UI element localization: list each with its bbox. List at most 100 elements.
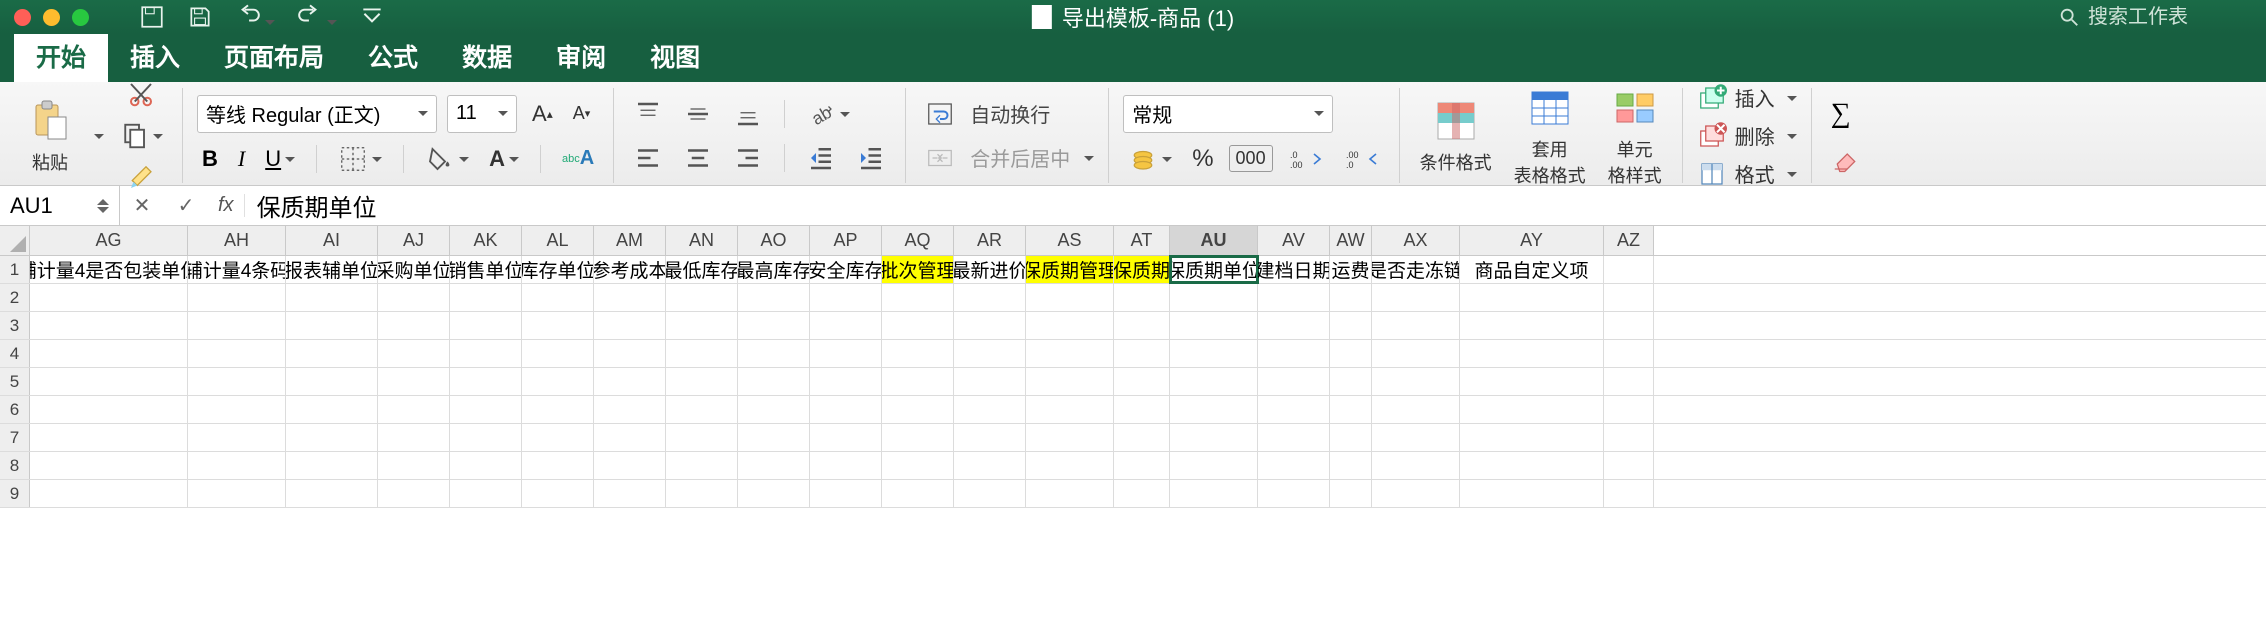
cell[interactable] bbox=[286, 312, 378, 339]
cell[interactable]: 安全库存 bbox=[810, 256, 882, 283]
cell[interactable] bbox=[810, 340, 882, 367]
cell[interactable] bbox=[378, 312, 450, 339]
cell[interactable] bbox=[1604, 424, 1654, 451]
cell[interactable] bbox=[810, 480, 882, 507]
merge-center-button[interactable] bbox=[920, 140, 960, 176]
align-center-button[interactable] bbox=[678, 140, 718, 176]
cell[interactable] bbox=[378, 284, 450, 311]
column-header-AT[interactable]: AT bbox=[1114, 226, 1170, 255]
cell[interactable] bbox=[666, 480, 738, 507]
cell[interactable] bbox=[30, 312, 188, 339]
align-top-button[interactable] bbox=[628, 96, 668, 132]
cell[interactable] bbox=[450, 312, 522, 339]
column-header-AZ[interactable]: AZ bbox=[1604, 226, 1654, 255]
row-header-6[interactable]: 6 bbox=[0, 396, 30, 423]
clear-button[interactable] bbox=[1826, 141, 1866, 177]
cell[interactable] bbox=[1604, 340, 1654, 367]
cell[interactable] bbox=[188, 284, 286, 311]
cell[interactable] bbox=[666, 452, 738, 479]
cell[interactable] bbox=[30, 396, 188, 423]
cell[interactable]: 保质期管理 bbox=[1026, 256, 1114, 283]
cell[interactable] bbox=[522, 340, 594, 367]
name-box-up[interactable] bbox=[97, 193, 109, 205]
conditional-formatting-button[interactable]: 条件格式 bbox=[1414, 95, 1498, 177]
column-header-AK[interactable]: AK bbox=[450, 226, 522, 255]
cell[interactable] bbox=[1460, 284, 1604, 311]
cell[interactable] bbox=[1026, 396, 1114, 423]
cell[interactable] bbox=[1258, 424, 1330, 451]
row-header-1[interactable]: 1 bbox=[0, 256, 30, 283]
redo-button[interactable] bbox=[297, 1, 337, 33]
cell[interactable] bbox=[1460, 340, 1604, 367]
name-box-down[interactable] bbox=[97, 207, 109, 219]
decrease-font-button[interactable]: A▾ bbox=[568, 100, 596, 127]
decrease-decimal-button[interactable]: .00.0 bbox=[1339, 145, 1385, 173]
tab-review[interactable]: 审阅 bbox=[534, 28, 628, 82]
cell[interactable] bbox=[286, 340, 378, 367]
merge-dropdown[interactable] bbox=[1080, 147, 1094, 169]
cell[interactable] bbox=[450, 480, 522, 507]
cell[interactable] bbox=[522, 424, 594, 451]
cell[interactable] bbox=[1604, 312, 1654, 339]
cell[interactable] bbox=[450, 424, 522, 451]
row-header-5[interactable]: 5 bbox=[0, 368, 30, 395]
cell[interactable] bbox=[1114, 396, 1170, 423]
cell[interactable] bbox=[810, 312, 882, 339]
cell[interactable] bbox=[188, 312, 286, 339]
cell[interactable]: 运费 bbox=[1330, 256, 1372, 283]
autosum-button[interactable]: ∑ bbox=[1826, 95, 1856, 133]
cell[interactable] bbox=[1372, 312, 1460, 339]
column-header-AY[interactable]: AY bbox=[1460, 226, 1604, 255]
italic-button[interactable]: I bbox=[233, 143, 250, 175]
cell[interactable] bbox=[882, 284, 954, 311]
comma-button[interactable]: 000 bbox=[1229, 145, 1273, 172]
cell[interactable] bbox=[30, 368, 188, 395]
align-left-button[interactable] bbox=[628, 140, 668, 176]
decrease-indent-button[interactable] bbox=[801, 140, 841, 176]
tab-insert[interactable]: 插入 bbox=[108, 28, 202, 82]
cell[interactable] bbox=[522, 396, 594, 423]
cell[interactable] bbox=[378, 480, 450, 507]
underline-button[interactable]: U bbox=[260, 143, 300, 175]
row-header-9[interactable]: 9 bbox=[0, 480, 30, 507]
tab-home[interactable]: 开始 bbox=[14, 28, 108, 82]
cell[interactable] bbox=[1258, 312, 1330, 339]
cell[interactable] bbox=[378, 452, 450, 479]
cell[interactable] bbox=[188, 368, 286, 395]
cell[interactable] bbox=[522, 368, 594, 395]
paste-dropdown[interactable] bbox=[90, 125, 104, 147]
cell[interactable] bbox=[188, 396, 286, 423]
formula-input[interactable]: 保质期单位 bbox=[245, 188, 2266, 223]
cell[interactable]: 采购单位 bbox=[378, 256, 450, 283]
cell[interactable] bbox=[378, 368, 450, 395]
cell[interactable] bbox=[1026, 284, 1114, 311]
cell[interactable] bbox=[882, 340, 954, 367]
cell[interactable] bbox=[378, 340, 450, 367]
font-size-combo[interactable]: 11 bbox=[447, 95, 517, 133]
cell[interactable] bbox=[666, 368, 738, 395]
cell[interactable]: 商品自定义项 bbox=[1460, 256, 1604, 283]
cell[interactable]: 辅计量4是否包装单位 bbox=[30, 256, 188, 283]
search-input[interactable] bbox=[2088, 6, 2248, 29]
cell[interactable] bbox=[1170, 480, 1258, 507]
cell[interactable]: 保质期单位 bbox=[1170, 256, 1258, 283]
cell[interactable] bbox=[1258, 340, 1330, 367]
cell[interactable] bbox=[666, 284, 738, 311]
column-header-AM[interactable]: AM bbox=[594, 226, 666, 255]
cell[interactable] bbox=[1330, 452, 1372, 479]
cell[interactable] bbox=[522, 312, 594, 339]
cell[interactable] bbox=[450, 396, 522, 423]
cut-button[interactable] bbox=[114, 76, 168, 112]
column-header-AN[interactable]: AN bbox=[666, 226, 738, 255]
cell[interactable] bbox=[522, 284, 594, 311]
cell[interactable] bbox=[450, 284, 522, 311]
search-box[interactable] bbox=[2058, 6, 2248, 29]
cell[interactable] bbox=[1460, 368, 1604, 395]
cell[interactable]: 最高库存 bbox=[738, 256, 810, 283]
row-header-7[interactable]: 7 bbox=[0, 424, 30, 451]
cell[interactable] bbox=[738, 312, 810, 339]
tab-data[interactable]: 数据 bbox=[440, 28, 534, 82]
cell[interactable] bbox=[1114, 368, 1170, 395]
tab-view[interactable]: 视图 bbox=[628, 28, 722, 82]
cell[interactable] bbox=[954, 312, 1026, 339]
